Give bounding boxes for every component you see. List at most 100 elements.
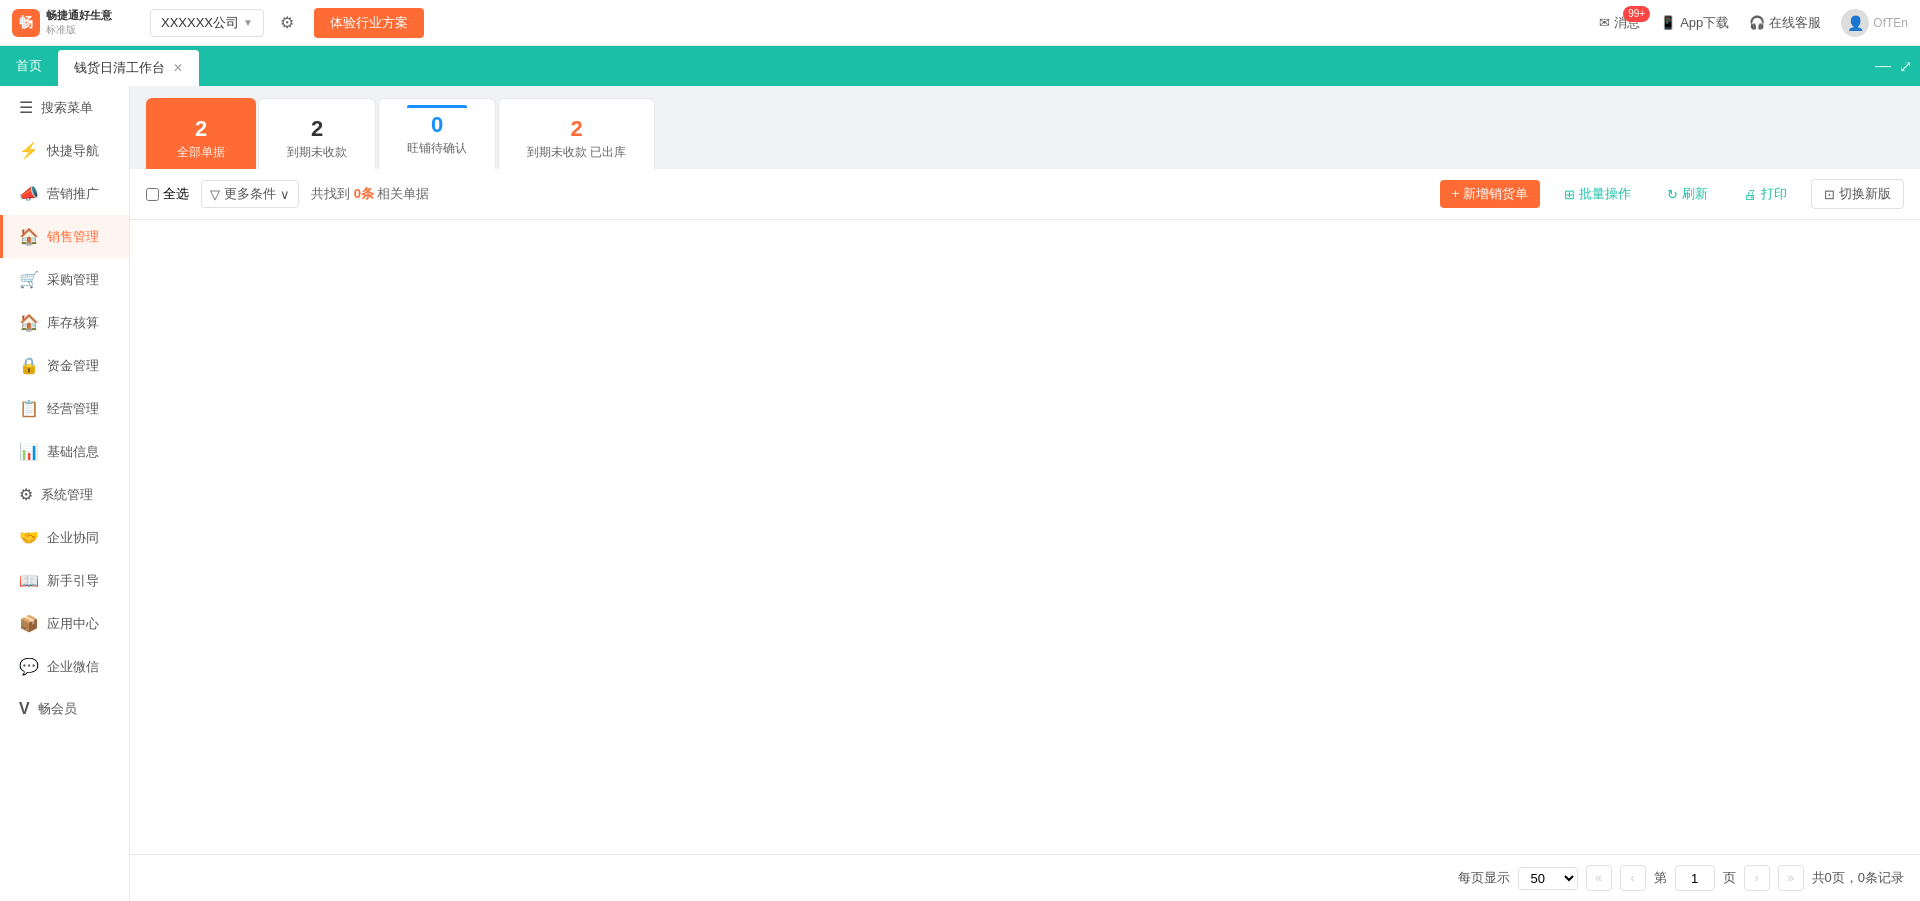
finance-icon: 🔒 — [19, 356, 39, 375]
card-pending[interactable]: 0 旺铺待确认 — [378, 98, 496, 169]
select-all-label: 全选 — [163, 185, 189, 203]
logo-icon: 畅 — [12, 9, 40, 37]
table-area — [130, 220, 1920, 854]
app-download-button[interactable]: 📱 App下载 — [1660, 14, 1729, 32]
batch-button[interactable]: ⊞ 批量操作 — [1552, 180, 1643, 208]
company-selector[interactable]: XXXXXX公司 ▼ — [150, 9, 264, 37]
pagination-bar: 每页显示 50 100 200 « ‹ 第 页 › » 共0页，0条记录 — [130, 854, 1920, 901]
tab-minimize-button[interactable]: — — [1875, 57, 1891, 76]
member-icon: V — [19, 700, 30, 718]
avatar-image: 👤 — [1841, 9, 1869, 37]
card-pending-label: 旺铺待确认 — [407, 140, 467, 157]
wechat-icon: 💬 — [19, 657, 39, 676]
sidebar-item-label: 资金管理 — [47, 357, 99, 375]
toolbar-right: + 新增销货单 ⊞ 批量操作 ↻ 刷新 🖨 打印 ⊡ 切换新版 — [1440, 179, 1904, 209]
sidebar: ☰ 搜索菜单 ⚡ 快捷导航 📣 营销推广 🏠 销售管理 🛒 采购管理 🏠 库存核… — [0, 86, 130, 901]
total-info: 共0页，0条记录 — [1812, 869, 1904, 887]
message-badge: 99+ — [1623, 6, 1650, 22]
new-order-button[interactable]: + 新增销货单 — [1440, 180, 1540, 208]
sidebar-item-search[interactable]: ☰ 搜索菜单 — [0, 86, 129, 129]
tab-workbench[interactable]: 钱货日清工作台 ✕ — [58, 50, 199, 86]
sidebar-item-label: 系统管理 — [41, 486, 93, 504]
per-page-label: 每页显示 — [1458, 869, 1510, 887]
first-page-button[interactable]: « — [1586, 865, 1612, 891]
tab-home[interactable]: 首页 — [0, 46, 58, 86]
select-all-input[interactable] — [146, 188, 159, 201]
card-all-count: 2 — [195, 116, 207, 142]
card-overdue[interactable]: 2 到期未收款 — [258, 98, 376, 169]
header-right: ✉ 消息 99+ 📱 App下载 🎧 在线客服 👤 OfTEn — [1599, 9, 1908, 37]
message-button[interactable]: ✉ 消息 99+ — [1599, 14, 1640, 32]
refresh-button[interactable]: ↻ 刷新 — [1655, 180, 1720, 208]
summary-cards-row: 2 全部单据 2 到期未收款 0 旺铺待确认 2 到期未收款 已出库 — [130, 86, 1920, 169]
sidebar-item-system[interactable]: ⚙ 系统管理 — [0, 473, 129, 516]
sidebar-item-label: 快捷导航 — [47, 142, 99, 160]
cooperation-icon: 🤝 — [19, 528, 39, 547]
user-avatar[interactable]: 👤 OfTEn — [1841, 9, 1908, 37]
toolbar: 全选 ▽ 更多条件 ∨ 共找到 0条 相关单据 + 新增销货单 ⊞ 批量操作 ↻… — [130, 169, 1920, 220]
tab-expand-button[interactable]: ⤢ — [1899, 57, 1912, 76]
card-all-label: 全部单据 — [177, 144, 225, 161]
next-page-button[interactable]: › — [1744, 865, 1770, 891]
quicknav-icon: ⚡ — [19, 141, 39, 160]
trial-button[interactable]: 体验行业方案 — [314, 8, 424, 38]
company-name: XXXXXX公司 — [161, 14, 239, 32]
sidebar-item-label: 营销推广 — [47, 185, 99, 203]
sidebar-item-marketing[interactable]: 📣 营销推广 — [0, 172, 129, 215]
sidebar-item-wechat[interactable]: 💬 企业微信 — [0, 645, 129, 688]
sidebar-item-purchase[interactable]: 🛒 采购管理 — [0, 258, 129, 301]
sidebar-item-cooperation[interactable]: 🤝 企业协同 — [0, 516, 129, 559]
tab-bar-controls: — ⤢ — [1875, 57, 1920, 76]
inventory-icon: 🏠 — [19, 313, 39, 332]
sidebar-item-inventory[interactable]: 🏠 库存核算 — [0, 301, 129, 344]
appcenter-icon: 📦 — [19, 614, 39, 633]
card-shipped[interactable]: 2 到期未收款 已出库 — [498, 98, 655, 169]
purchase-icon: 🛒 — [19, 270, 39, 289]
sidebar-item-label: 库存核算 — [47, 314, 99, 332]
sidebar-item-member[interactable]: V 畅会员 — [0, 688, 129, 730]
top-header: 畅 畅捷通好生意 标准版 XXXXXX公司 ▼ ⚙ 体验行业方案 ✉ 消息 99… — [0, 0, 1920, 46]
sidebar-item-guide[interactable]: 📖 新手引导 — [0, 559, 129, 602]
found-text: 共找到 0条 相关单据 — [311, 185, 429, 203]
per-page-select[interactable]: 50 100 200 — [1518, 867, 1578, 890]
online-service-button[interactable]: 🎧 在线客服 — [1749, 14, 1821, 32]
batch-icon: ⊞ — [1564, 187, 1575, 202]
home-tab-label: 首页 — [16, 57, 42, 75]
print-icon: 🖨 — [1744, 187, 1757, 202]
last-page-button[interactable]: » — [1778, 865, 1804, 891]
logo-area: 畅 畅捷通好生意 标准版 — [12, 8, 142, 37]
main-content: 2 全部单据 2 到期未收款 0 旺铺待确认 2 到期未收款 已出库 — [130, 86, 1920, 901]
sales-icon: 🏠 — [19, 227, 39, 246]
logo-text: 畅捷通好生意 标准版 — [46, 8, 112, 37]
sidebar-item-label: 畅会员 — [38, 700, 77, 718]
chevron-down-icon: ▼ — [243, 17, 253, 28]
sidebar-item-operations[interactable]: 📋 经营管理 — [0, 387, 129, 430]
switch-version-button[interactable]: ⊡ 切换新版 — [1811, 179, 1904, 209]
card-all[interactable]: 2 全部单据 — [146, 98, 256, 169]
settings-button[interactable]: ⚙ — [272, 8, 302, 38]
page-number-input[interactable] — [1675, 865, 1715, 891]
prev-page-button[interactable]: ‹ — [1620, 865, 1646, 891]
sidebar-item-basicinfo[interactable]: 📊 基础信息 — [0, 430, 129, 473]
sidebar-item-label: 基础信息 — [47, 443, 99, 461]
select-all-checkbox[interactable]: 全选 — [146, 185, 189, 203]
sidebar-item-label: 企业协同 — [47, 529, 99, 547]
sidebar-item-quicknav[interactable]: ⚡ 快捷导航 — [0, 129, 129, 172]
card-pending-count: 0 — [431, 112, 443, 138]
sidebar-item-sales[interactable]: 🏠 销售管理 — [0, 215, 129, 258]
search-icon: ☰ — [19, 98, 33, 117]
card-shipped-count: 2 — [571, 116, 583, 142]
workbench-tab-label: 钱货日清工作台 — [74, 59, 165, 77]
chevron-down-icon: ∨ — [280, 187, 290, 202]
page-suffix-label: 页 — [1723, 869, 1736, 887]
tab-close-button[interactable]: ✕ — [173, 61, 183, 75]
print-button[interactable]: 🖨 打印 — [1732, 180, 1799, 208]
sidebar-item-appcenter[interactable]: 📦 应用中心 — [0, 602, 129, 645]
guide-icon: 📖 — [19, 571, 39, 590]
system-icon: ⚙ — [19, 485, 33, 504]
sidebar-item-label: 企业微信 — [47, 658, 99, 676]
avatar-name: OfTEn — [1873, 16, 1908, 30]
filter-button[interactable]: ▽ 更多条件 ∨ — [201, 180, 299, 208]
sidebar-item-finance[interactable]: 🔒 资金管理 — [0, 344, 129, 387]
card-shipped-label: 到期未收款 已出库 — [527, 144, 626, 161]
